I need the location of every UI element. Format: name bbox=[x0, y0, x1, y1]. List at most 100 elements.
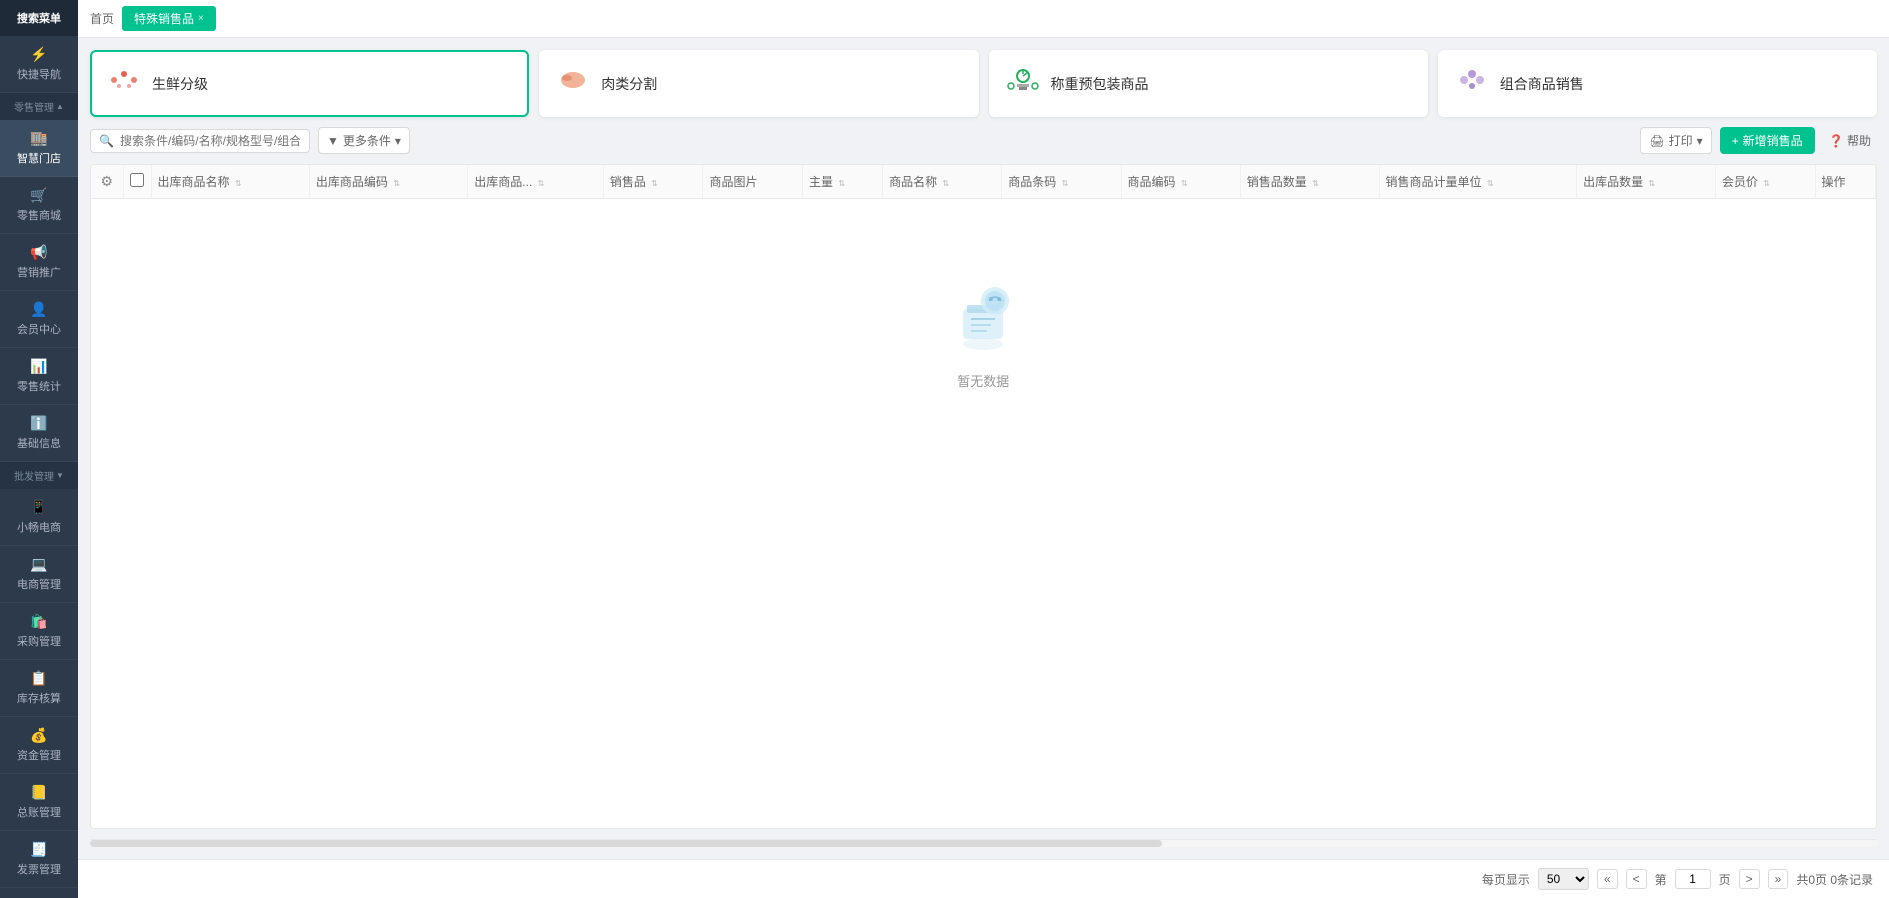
sidebar-item-purchase-mgmt[interactable]: 🛍️ 采购管理 bbox=[0, 603, 78, 660]
sidebar-item-sales-promo[interactable]: 📢 营销推广 bbox=[0, 234, 78, 291]
add-label: 新增销售品 bbox=[1743, 132, 1803, 149]
col-checkbox[interactable] bbox=[123, 165, 151, 199]
sidebar-item-smart-store[interactable]: 🏬 智慧门店 bbox=[0, 120, 78, 177]
sidebar-item-inventory[interactable]: 📋 库存核算 bbox=[0, 660, 78, 717]
horizontal-scrollbar[interactable] bbox=[90, 839, 1877, 847]
col-out-name[interactable]: 出库商品名称 ⇅ bbox=[151, 165, 309, 199]
col-main-unit[interactable]: 主量 ⇅ bbox=[803, 165, 883, 199]
col-settings[interactable]: ⚙ bbox=[91, 165, 123, 199]
col-product-code[interactable]: 商品编码 ⇅ bbox=[1121, 165, 1240, 199]
search-input[interactable] bbox=[120, 134, 300, 148]
fresh-card-icon bbox=[108, 66, 140, 101]
sidebar-section-retail[interactable]: 零售管理 ▲ bbox=[0, 93, 78, 120]
sidebar-item-label: 基础信息 bbox=[17, 435, 61, 451]
col-sale-item[interactable]: 销售品 ⇅ bbox=[603, 165, 703, 199]
topbar-tab-special[interactable]: 特殊销售品 × bbox=[122, 6, 216, 31]
col-image-label: 商品图片 bbox=[709, 175, 757, 189]
content-area: 生鲜分级 肉类分割 bbox=[78, 38, 1889, 859]
sidebar-item-basic-info[interactable]: ℹ️ 基础信息 bbox=[0, 405, 78, 462]
toolbar: 🔍 ▼ 更多条件 ▾ 🖨 打印 ▾ + 新增销售品 bbox=[90, 127, 1877, 154]
sales-promo-icon: 📢 bbox=[30, 244, 47, 261]
print-icon: 🖨 bbox=[1649, 134, 1664, 148]
sort-icon: ⇅ bbox=[235, 179, 242, 188]
print-label: 打印 bbox=[1669, 132, 1693, 149]
filter-icon: ▼ bbox=[327, 134, 339, 148]
col-barcode[interactable]: 商品条码 ⇅ bbox=[1002, 165, 1121, 199]
sidebar-item-tax-mgmt[interactable]: 📑 税务管理 bbox=[0, 888, 78, 898]
filter-label: 更多条件 bbox=[343, 132, 391, 149]
col-sale-unit-label: 销售商品计量单位 bbox=[1386, 175, 1482, 189]
tab-card-combo[interactable]: 组合商品销售 bbox=[1438, 50, 1877, 117]
sort-icon: ⇅ bbox=[393, 179, 400, 188]
column-settings-icon[interactable]: ⚙ bbox=[100, 173, 113, 189]
sidebar-section-wholesale[interactable]: 批发管理 ▼ bbox=[0, 462, 78, 489]
first-page-button[interactable]: « bbox=[1597, 869, 1618, 889]
sidebar-item-quick-nav[interactable]: ⚡ 快捷导航 bbox=[0, 36, 78, 93]
inventory-icon: 📋 bbox=[30, 670, 47, 687]
per-page-select[interactable]: 50 10 20 100 bbox=[1538, 868, 1589, 890]
tab-card-meat[interactable]: 肉类分割 bbox=[539, 50, 978, 117]
tab-card-scale[interactable]: 称重预包装商品 bbox=[989, 50, 1428, 117]
purchase-mgmt-icon: 🛍️ bbox=[30, 613, 47, 630]
toolbar-left: 🔍 ▼ 更多条件 ▾ bbox=[90, 127, 410, 154]
col-product-code-label: 商品编码 bbox=[1128, 175, 1176, 189]
sidebar-item-label: 资金管理 bbox=[17, 747, 61, 763]
sort-icon: ⇅ bbox=[1181, 179, 1188, 188]
add-sales-item-button[interactable]: + 新增销售品 bbox=[1720, 127, 1815, 154]
member-center-icon: 👤 bbox=[30, 301, 47, 318]
sidebar-item-label: 快捷导航 bbox=[17, 66, 61, 82]
col-out-name-label: 出库商品名称 bbox=[158, 175, 230, 189]
sidebar-item-retail-mall[interactable]: 🛒 零售商城 bbox=[0, 177, 78, 234]
help-button[interactable]: ❓ 帮助 bbox=[1823, 128, 1877, 153]
filter-arrow: ▾ bbox=[395, 134, 401, 148]
sidebar-item-label: 发票管理 bbox=[17, 861, 61, 877]
page-number-input[interactable] bbox=[1675, 869, 1711, 889]
col-sale-qty[interactable]: 销售品数量 ⇅ bbox=[1240, 165, 1379, 199]
search-icon: 🔍 bbox=[99, 134, 114, 148]
col-operation-label: 操作 bbox=[1822, 175, 1846, 189]
col-barcode-label: 商品条码 bbox=[1008, 175, 1056, 189]
retail-stats-icon: 📊 bbox=[30, 358, 47, 375]
scale-card-icon bbox=[1007, 66, 1039, 101]
sidebar-item-label: 零售商城 bbox=[17, 207, 61, 223]
filter-button[interactable]: ▼ 更多条件 ▾ bbox=[318, 127, 410, 154]
sidebar-item-general-ledger[interactable]: 📒 总账管理 bbox=[0, 774, 78, 831]
mini-ecom-icon: 📱 bbox=[30, 499, 47, 516]
col-out-qty[interactable]: 出库品数量 ⇅ bbox=[1577, 165, 1716, 199]
select-all-checkbox[interactable] bbox=[130, 173, 144, 187]
col-sale-unit[interactable]: 销售商品计量单位 ⇅ bbox=[1379, 165, 1577, 199]
col-member-price[interactable]: 会员价 ⇅ bbox=[1715, 165, 1815, 199]
sidebar-item-member-center[interactable]: 👤 会员中心 bbox=[0, 291, 78, 348]
sidebar-item-ecom-mgmt[interactable]: 💻 电商管理 bbox=[0, 546, 78, 603]
sort-icon: ⇅ bbox=[1312, 179, 1319, 188]
col-out-code[interactable]: 出库商品编码 ⇅ bbox=[309, 165, 467, 199]
sidebar-item-label: 采购管理 bbox=[17, 633, 61, 649]
last-page-button[interactable]: » bbox=[1768, 869, 1789, 889]
sort-icon: ⇅ bbox=[838, 179, 845, 188]
print-arrow: ▾ bbox=[1697, 134, 1703, 148]
page-label: 第 bbox=[1655, 871, 1667, 888]
topbar-tab-close[interactable]: × bbox=[198, 13, 204, 24]
prev-page-button[interactable]: < bbox=[1626, 869, 1647, 889]
sidebar-logo[interactable]: 搜索菜单 bbox=[0, 0, 78, 36]
table-body: 暂无数据 bbox=[91, 199, 1876, 471]
topbar-home[interactable]: 首页 bbox=[90, 10, 114, 27]
print-button[interactable]: 🖨 打印 ▾ bbox=[1640, 127, 1711, 154]
sidebar-item-invoice-mgmt[interactable]: 🧾 发票管理 bbox=[0, 831, 78, 888]
sidebar-item-retail-stats[interactable]: 📊 零售统计 bbox=[0, 348, 78, 405]
data-table-container: ⚙ 出库商品名称 ⇅ 出库商品编码 ⇅ bbox=[90, 164, 1877, 829]
help-icon: ❓ bbox=[1829, 134, 1844, 148]
col-product-name[interactable]: 商品名称 ⇅ bbox=[883, 165, 1002, 199]
pagination: 每页显示 50 10 20 100 « < 第 页 > » 共0页 0条记录 bbox=[78, 859, 1889, 898]
fresh-card-label: 生鲜分级 bbox=[152, 74, 208, 94]
scrollbar-thumb[interactable] bbox=[90, 840, 1162, 847]
general-ledger-icon: 📒 bbox=[30, 784, 47, 801]
tab-card-fresh[interactable]: 生鲜分级 bbox=[90, 50, 529, 117]
wholesale-label: 批发管理 bbox=[14, 468, 54, 483]
col-out-spec[interactable]: 出库商品... ⇅ bbox=[468, 165, 604, 199]
sidebar-item-finance-mgmt[interactable]: 💰 资金管理 bbox=[0, 717, 78, 774]
sidebar-item-mini-ecom[interactable]: 📱 小畅电商 bbox=[0, 489, 78, 546]
sidebar-item-label: 总账管理 bbox=[17, 804, 61, 820]
search-box[interactable]: 🔍 bbox=[90, 129, 310, 153]
next-page-button[interactable]: > bbox=[1739, 869, 1760, 889]
